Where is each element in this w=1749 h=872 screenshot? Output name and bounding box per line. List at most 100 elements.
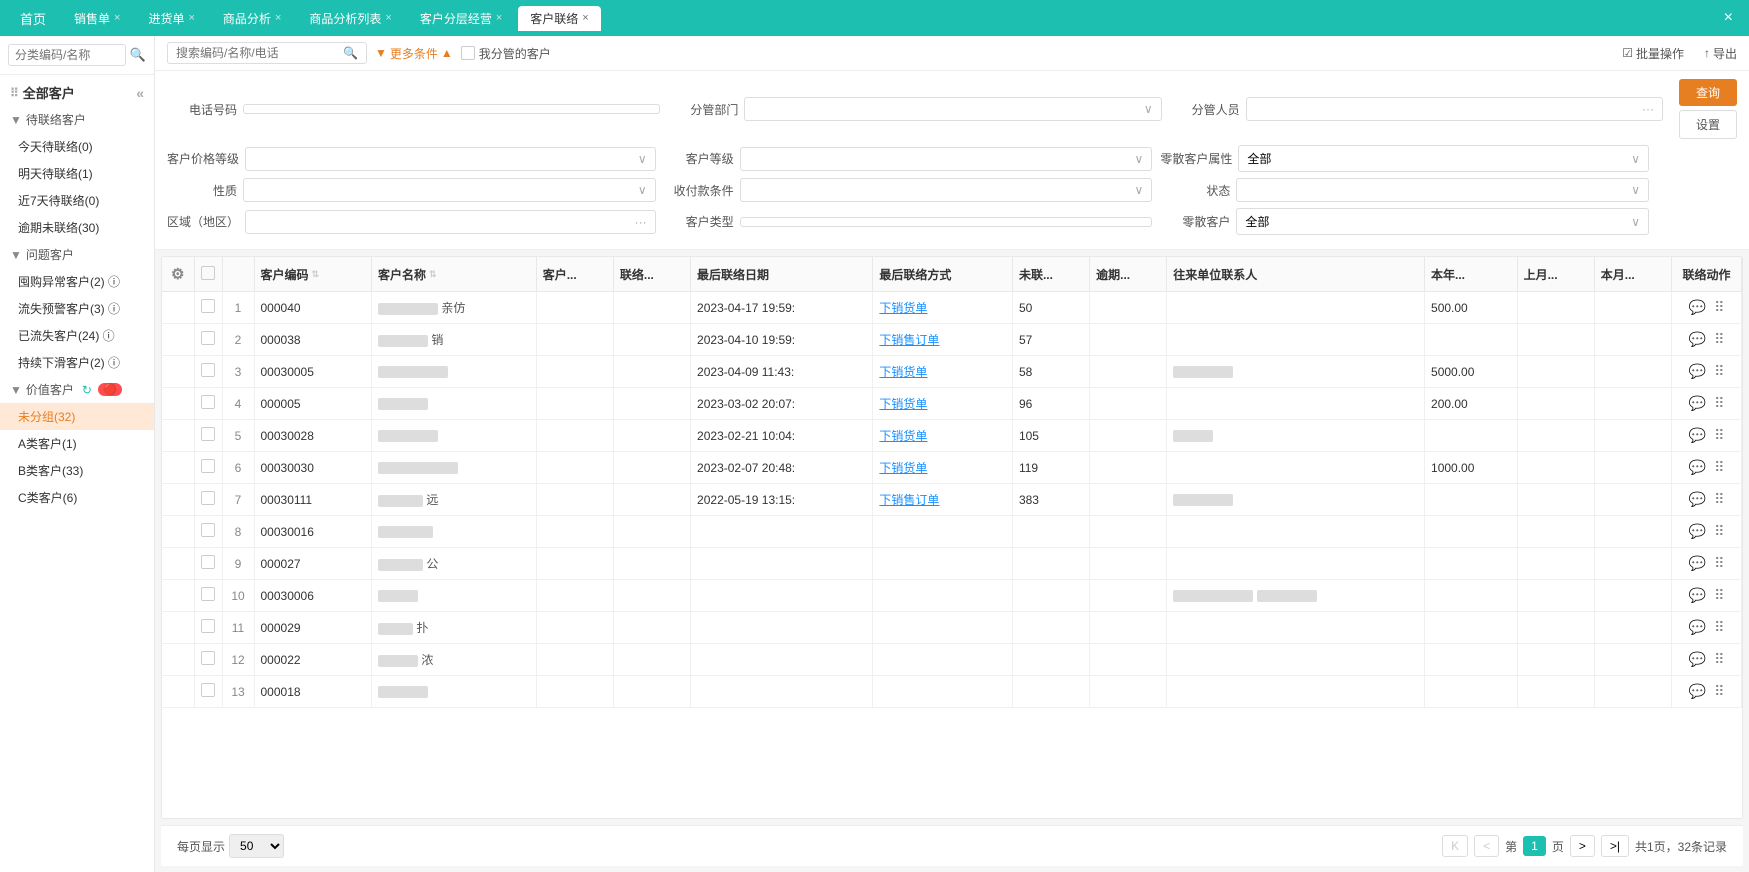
- category-search-input[interactable]: [8, 44, 126, 66]
- sidebar-item-churn-warning[interactable]: 流失预警客户(3) ⓘ: [0, 295, 154, 322]
- my-customers-check[interactable]: [461, 46, 475, 60]
- nav-tab-analysis-list[interactable]: 商品分析列表 ×: [297, 6, 403, 31]
- nav-tab-customer-contact[interactable]: 客户联络 ×: [518, 6, 600, 31]
- row-checkbox-cell[interactable]: [194, 324, 222, 356]
- row-checkbox-cell[interactable]: [194, 676, 222, 708]
- prev-page-button[interactable]: <: [1474, 835, 1499, 857]
- sidebar-group-problem[interactable]: ▼ 问题客户: [0, 241, 154, 268]
- status-dropdown[interactable]: ∨: [1236, 178, 1649, 202]
- row-checkbox-cell[interactable]: [194, 388, 222, 420]
- row-checkbox[interactable]: [201, 363, 215, 377]
- close-tab-analysis-icon[interactable]: ×: [275, 12, 281, 24]
- close-window-button[interactable]: ×: [1716, 5, 1741, 31]
- col-checkbox-all[interactable]: [194, 257, 222, 292]
- close-tab-contact-icon[interactable]: ×: [582, 12, 588, 24]
- sidebar-item-abnormal[interactable]: 囤购异常客户(2) ⓘ: [0, 268, 154, 295]
- category-search-icon[interactable]: 🔍: [130, 47, 146, 63]
- chat-icon[interactable]: 💬: [1689, 619, 1706, 636]
- nav-home[interactable]: 首页: [8, 5, 58, 32]
- my-customers-checkbox[interactable]: 我分管的客户: [461, 45, 551, 62]
- row-checkbox-cell[interactable]: [194, 452, 222, 484]
- chat-icon[interactable]: 💬: [1689, 395, 1706, 412]
- main-search-icon[interactable]: 🔍: [343, 46, 358, 60]
- settings-button[interactable]: 设置: [1679, 110, 1737, 139]
- row-checkbox[interactable]: [201, 683, 215, 697]
- batch-ops-button[interactable]: ☑ 批量操作: [1622, 45, 1684, 62]
- select-all-checkbox[interactable]: [201, 266, 215, 280]
- row-checkbox-cell[interactable]: [194, 356, 222, 388]
- row-checkbox-cell[interactable]: [194, 644, 222, 676]
- more-conditions-button[interactable]: ▼ 更多条件 ▲: [375, 45, 453, 62]
- row-checkbox[interactable]: [201, 459, 215, 473]
- sidebar-item-type-b[interactable]: B类客户(33): [0, 457, 154, 484]
- row-checkbox[interactable]: [201, 651, 215, 665]
- customer-level-dropdown[interactable]: ∨: [740, 147, 1153, 171]
- row-checkbox-cell[interactable]: [194, 580, 222, 612]
- qr-icon[interactable]: ⠿: [1714, 491, 1724, 508]
- refresh-icon[interactable]: ↻: [82, 383, 92, 397]
- query-button[interactable]: 查询: [1679, 79, 1737, 106]
- sidebar-item-tomorrow[interactable]: 明天待联络(1): [0, 160, 154, 187]
- qr-icon[interactable]: ⠿: [1714, 363, 1724, 380]
- retail-customer-dropdown[interactable]: 全部 ∨: [1236, 208, 1649, 235]
- row-checkbox[interactable]: [201, 619, 215, 633]
- row-checkbox-cell[interactable]: [194, 484, 222, 516]
- sidebar-group-value[interactable]: ▼ 价值客户 ↻ 🔴: [0, 376, 154, 403]
- manager-input[interactable]: ···: [1246, 97, 1663, 121]
- phone-input[interactable]: [243, 104, 660, 114]
- nature-dropdown[interactable]: ∨: [243, 178, 656, 202]
- row-checkbox[interactable]: [201, 555, 215, 569]
- chat-icon[interactable]: 💬: [1689, 491, 1706, 508]
- code-sort-icon[interactable]: ⇅: [312, 269, 320, 280]
- chat-icon[interactable]: 💬: [1689, 299, 1706, 316]
- sidebar-item-churned[interactable]: 已流失客户(24) ⓘ: [0, 322, 154, 349]
- customer-type-dropdown[interactable]: [740, 217, 1153, 227]
- price-level-dropdown[interactable]: ∨: [245, 147, 656, 171]
- chat-icon[interactable]: 💬: [1689, 555, 1706, 572]
- qr-icon[interactable]: ⠿: [1714, 587, 1724, 604]
- nav-tab-customer-tier[interactable]: 客户分层经营 ×: [408, 6, 514, 31]
- chat-icon[interactable]: 💬: [1689, 651, 1706, 668]
- close-tab-analysis-list-icon[interactable]: ×: [385, 12, 391, 24]
- qr-icon[interactable]: ⠿: [1714, 395, 1724, 412]
- collapse-sidebar-icon[interactable]: «: [136, 85, 144, 101]
- sidebar-item-overdue[interactable]: 逾期未联络(30): [0, 214, 154, 241]
- qr-icon[interactable]: ⠿: [1714, 299, 1724, 316]
- sidebar-item-type-a[interactable]: A类客户(1): [0, 430, 154, 457]
- last-method-link[interactable]: 下销售订单: [879, 493, 939, 507]
- nav-tab-sales[interactable]: 销售单 ×: [62, 6, 132, 31]
- main-search-input[interactable]: [176, 46, 339, 60]
- sidebar-item-type-c[interactable]: C类客户(6): [0, 484, 154, 511]
- row-checkbox[interactable]: [201, 491, 215, 505]
- sidebar-item-today[interactable]: 今天待联络(0): [0, 133, 154, 160]
- region-input[interactable]: ···: [245, 210, 656, 234]
- close-tab-purchase-icon[interactable]: ×: [188, 12, 194, 24]
- qr-icon[interactable]: ⠿: [1714, 555, 1724, 572]
- next-page-button[interactable]: >: [1570, 835, 1595, 857]
- row-checkbox[interactable]: [201, 395, 215, 409]
- sidebar-item-7days[interactable]: 近7天待联络(0): [0, 187, 154, 214]
- row-checkbox[interactable]: [201, 299, 215, 313]
- last-page-button[interactable]: >|: [1601, 835, 1629, 857]
- row-checkbox[interactable]: [201, 523, 215, 537]
- chat-icon[interactable]: 💬: [1689, 363, 1706, 380]
- row-checkbox-cell[interactable]: [194, 292, 222, 324]
- dept-dropdown[interactable]: ∨: [744, 97, 1161, 121]
- export-button[interactable]: ↑ 导出: [1704, 45, 1737, 62]
- last-method-link[interactable]: 下销货单: [879, 365, 927, 379]
- qr-icon[interactable]: ⠿: [1714, 523, 1724, 540]
- last-method-link[interactable]: 下销货单: [879, 397, 927, 411]
- per-page-select[interactable]: 50 20 100: [229, 834, 284, 858]
- qr-icon[interactable]: ⠿: [1714, 427, 1724, 444]
- nav-tab-purchase[interactable]: 进货单 ×: [136, 6, 206, 31]
- qr-icon[interactable]: ⠿: [1714, 331, 1724, 348]
- col-settings[interactable]: ⚙: [162, 257, 194, 292]
- close-tab-tier-icon[interactable]: ×: [496, 12, 502, 24]
- sidebar-item-ungrouped[interactable]: 未分组(32): [0, 403, 154, 430]
- qr-icon[interactable]: ⠿: [1714, 651, 1724, 668]
- row-checkbox[interactable]: [201, 427, 215, 441]
- chat-icon[interactable]: 💬: [1689, 427, 1706, 444]
- name-sort-icon[interactable]: ⇅: [429, 269, 437, 280]
- all-customers-label[interactable]: 全部客户: [23, 83, 75, 102]
- last-method-link[interactable]: 下销货单: [879, 461, 927, 475]
